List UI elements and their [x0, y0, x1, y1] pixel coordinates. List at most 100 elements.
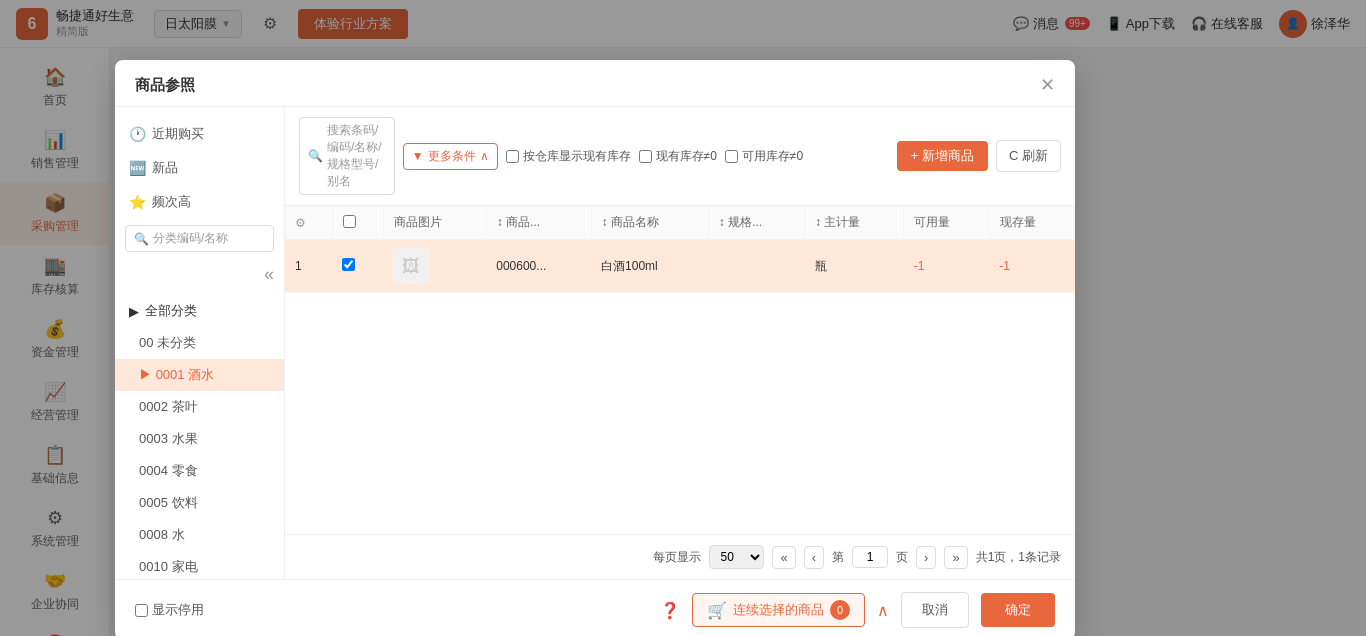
modal-main: 🔍 搜索条码/编码/名称/规格型号/别名 ▼ 更多条件 ∧ 按仓库显示现有库存: [285, 107, 1075, 579]
col-settings[interactable]: ⚙: [285, 206, 332, 240]
up-icon[interactable]: ∧: [877, 601, 889, 620]
checkbox-existing[interactable]: 现有库存≠0: [639, 148, 717, 165]
row-index: 1: [285, 240, 332, 293]
cart-button[interactable]: 🛒 连续选择的商品 0: [692, 593, 865, 627]
category-search-placeholder: 分类编码/名称: [153, 230, 228, 247]
checkbox-warehouse-input[interactable]: [506, 150, 519, 163]
col-name[interactable]: ↕ 商品名称: [591, 206, 708, 240]
show-disabled-checkbox[interactable]: 显示停用: [135, 601, 204, 619]
col-code[interactable]: ↕ 商品...: [486, 206, 591, 240]
add-product-button[interactable]: + 新增商品: [897, 141, 988, 171]
category-section: ▶ 全部分类 00 未分类 ▶ 0001 酒水 0002 茶叶 0003 水果: [115, 291, 284, 579]
checkbox-existing-input[interactable]: [639, 150, 652, 163]
confirm-button[interactable]: 确定: [981, 593, 1055, 627]
modal-sidebar-frequent[interactable]: ⭐ 频次高: [115, 185, 284, 219]
search-box-icon: 🔍: [308, 149, 323, 163]
category-search[interactable]: 🔍 分类编码/名称: [125, 225, 274, 252]
all-categories-header[interactable]: ▶ 全部分类: [115, 295, 284, 327]
checkbox-available-input[interactable]: [725, 150, 738, 163]
page-input[interactable]: [852, 546, 888, 568]
cart-icon: 🛒: [707, 601, 727, 620]
page-label: 第: [832, 549, 844, 566]
checkbox-existing-label: 现有库存≠0: [656, 148, 717, 165]
first-page-button[interactable]: «: [772, 546, 795, 569]
checkbox-available[interactable]: 可用库存≠0: [725, 148, 803, 165]
table-settings-icon[interactable]: ⚙: [295, 216, 306, 230]
row-checkbox-cell[interactable]: [332, 240, 383, 293]
modal-sidebar-recent[interactable]: 🕐 近期购买: [115, 117, 284, 151]
page-size-select[interactable]: 50 100: [709, 545, 764, 569]
refresh-button[interactable]: C 刷新: [996, 140, 1061, 172]
sidebar-collapse-button[interactable]: «: [115, 258, 284, 291]
modal-sidebar-new[interactable]: 🆕 新品: [115, 151, 284, 185]
modal-close-button[interactable]: ✕: [1040, 74, 1055, 96]
search-placeholder: 搜索条码/编码/名称/规格型号/别名: [327, 122, 386, 190]
product-table: ⚙ 商品图片 ↕ 商品... ↕ 商品名称 ↕ 规格... ↕ 主计量 可用量 …: [285, 206, 1075, 293]
col-spec[interactable]: ↕ 规格...: [708, 206, 804, 240]
show-disabled-label: 显示停用: [152, 601, 204, 619]
prev-page-button[interactable]: ‹: [804, 546, 824, 569]
row-available: -1: [904, 240, 989, 293]
col-checkbox[interactable]: [332, 206, 383, 240]
col-image: 商品图片: [383, 206, 486, 240]
product-thumbnail: 🖼: [393, 248, 429, 284]
cart-count: 0: [830, 600, 850, 620]
category-item-0001[interactable]: ▶ 0001 酒水: [115, 359, 284, 391]
category-label-0001: 0001 酒水: [156, 367, 215, 382]
product-search-box[interactable]: 🔍 搜索条码/编码/名称/规格型号/别名: [299, 117, 395, 195]
active-triangle-icon: ▶: [139, 367, 152, 382]
category-item-0002[interactable]: 0002 茶叶: [115, 391, 284, 423]
triangle-icon: ▶: [129, 304, 139, 319]
new-icon: 🆕: [129, 160, 146, 176]
next-page-button[interactable]: ›: [916, 546, 936, 569]
checkbox-warehouse-label: 按仓库显示现有库存: [523, 148, 631, 165]
row-name: 白酒100ml: [591, 240, 708, 293]
col-stock: 现存量: [989, 206, 1074, 240]
category-item-0010[interactable]: 0010 家电: [115, 551, 284, 579]
filter-button[interactable]: ▼ 更多条件 ∧: [403, 143, 498, 170]
search-icon: 🔍: [134, 232, 149, 246]
frequent-icon: ⭐: [129, 194, 146, 210]
row-unit: 瓶: [805, 240, 904, 293]
select-all-checkbox[interactable]: [343, 215, 356, 228]
table-row[interactable]: 1 🖼 000600... 白酒100ml 瓶 -1 -1: [285, 240, 1075, 293]
cancel-button[interactable]: 取消: [901, 592, 969, 628]
modal-sidebar: 🕐 近期购买 🆕 新品 ⭐ 频次高 🔍 分类编码/名称 «: [115, 107, 285, 579]
pagination: 每页显示 50 100 « ‹ 第 页 › » 共1页，1条记录: [285, 534, 1075, 579]
row-image-cell: 🖼: [383, 240, 486, 293]
category-item-00[interactable]: 00 未分类: [115, 327, 284, 359]
last-page-button[interactable]: »: [944, 546, 967, 569]
filter-chevron: ∧: [480, 149, 489, 163]
category-label-0008: 0008 水: [139, 527, 185, 542]
modal-product-reference: 商品参照 ✕ 🕐 近期购买 🆕 新品 ⭐ 频次高 🔍: [115, 60, 1075, 636]
category-item-0008[interactable]: 0008 水: [115, 519, 284, 551]
modal-toolbar: 🔍 搜索条码/编码/名称/规格型号/别名 ▼ 更多条件 ∧ 按仓库显示现有库存: [285, 107, 1075, 206]
filter-icon: ▼: [412, 149, 424, 163]
category-label-0005: 0005 饮料: [139, 495, 198, 510]
category-item-0004[interactable]: 0004 零食: [115, 455, 284, 487]
category-item-0005[interactable]: 0005 饮料: [115, 487, 284, 519]
product-table-wrap: ⚙ 商品图片 ↕ 商品... ↕ 商品名称 ↕ 规格... ↕ 主计量 可用量 …: [285, 206, 1075, 534]
show-disabled-input[interactable]: [135, 604, 148, 617]
question-icon[interactable]: ❓: [660, 601, 680, 620]
category-label-0010: 0010 家电: [139, 559, 198, 574]
modal-footer: 显示停用 ❓ 🛒 连续选择的商品 0 ∧ 取消 确定: [115, 579, 1075, 636]
filter-label: 更多条件: [428, 148, 476, 165]
category-label-00: 00 未分类: [139, 335, 196, 350]
all-categories-label: 全部分类: [145, 302, 197, 320]
row-spec: [708, 240, 804, 293]
new-label: 新品: [152, 159, 178, 177]
modal-body: 🕐 近期购买 🆕 新品 ⭐ 频次高 🔍 分类编码/名称 «: [115, 107, 1075, 579]
page-unit: 页: [896, 549, 908, 566]
category-label-0004: 0004 零食: [139, 463, 198, 478]
col-available: 可用量: [904, 206, 989, 240]
category-item-0003[interactable]: 0003 水果: [115, 423, 284, 455]
recent-label: 近期购买: [152, 125, 204, 143]
col-unit[interactable]: ↕ 主计量: [805, 206, 904, 240]
row-checkbox[interactable]: [342, 258, 355, 271]
total-text: 共1页，1条记录: [976, 549, 1061, 566]
row-code: 000600...: [486, 240, 591, 293]
checkbox-warehouse[interactable]: 按仓库显示现有库存: [506, 148, 631, 165]
cart-label: 连续选择的商品: [733, 601, 824, 619]
modal-overlay: 商品参照 ✕ 🕐 近期购买 🆕 新品 ⭐ 频次高 🔍: [0, 0, 1366, 636]
